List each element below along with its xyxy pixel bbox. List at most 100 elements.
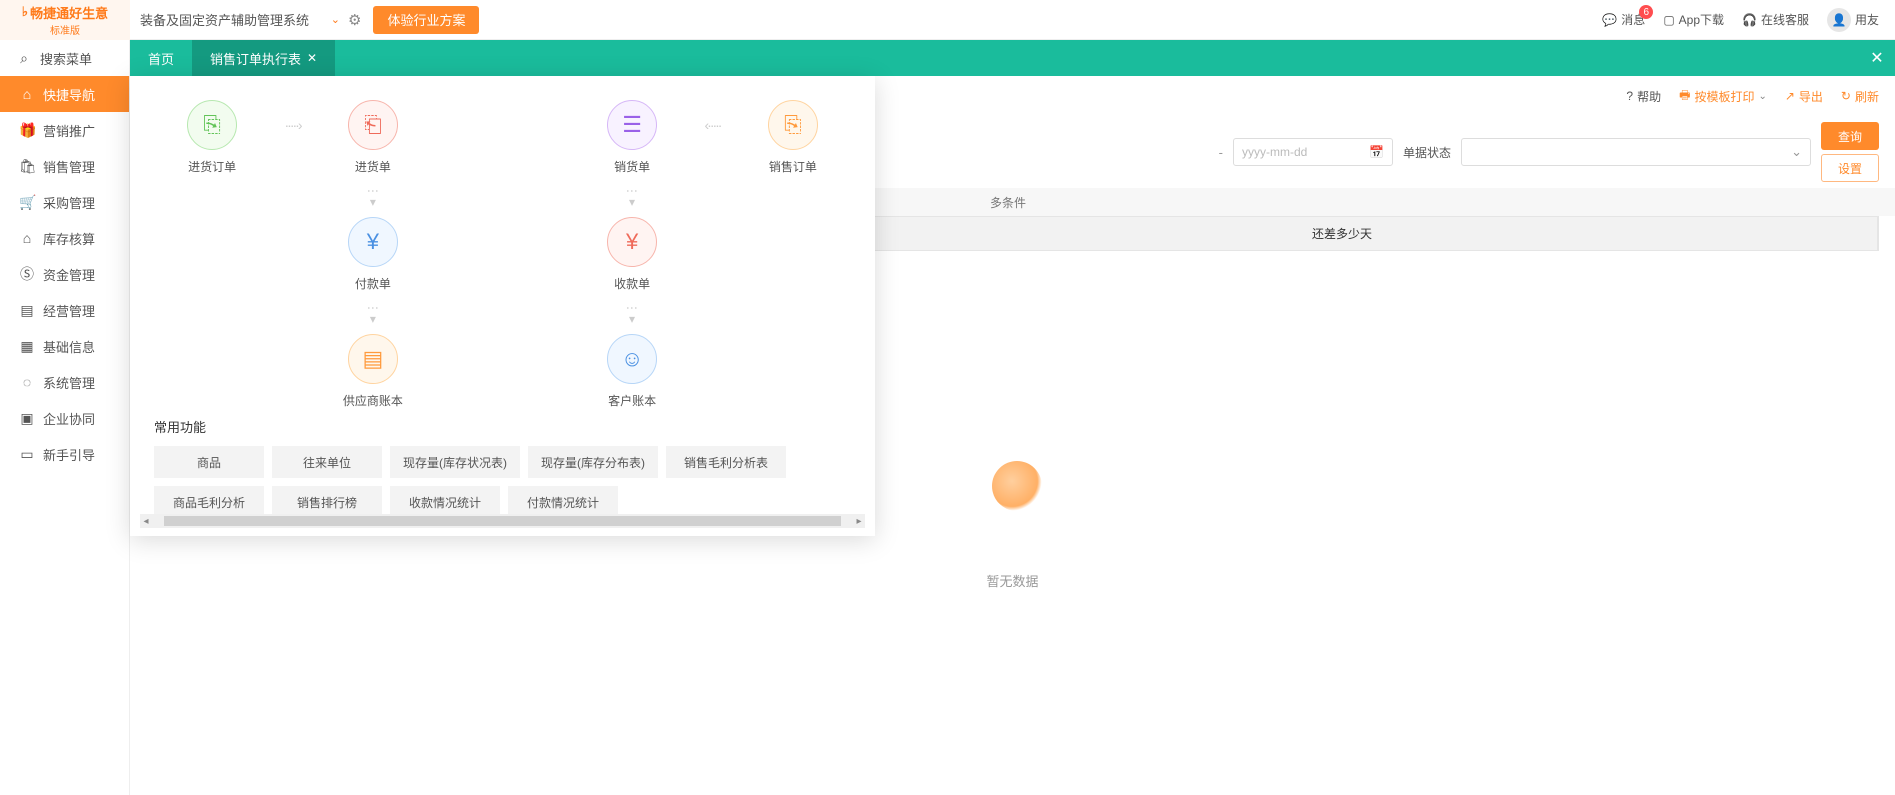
book-icon: ▭ bbox=[19, 446, 35, 463]
help-icon: ? bbox=[1626, 89, 1633, 103]
close-all-tabs-button[interactable]: ✕ bbox=[1859, 48, 1895, 68]
dash: - bbox=[1219, 145, 1223, 160]
node-label: 进货订单 bbox=[188, 158, 236, 175]
flow-node-purchase-order[interactable]: ⎘ 进货订单 bbox=[154, 100, 270, 175]
logo-sub: 标准版 bbox=[50, 22, 80, 37]
export-icon: ↗ bbox=[1785, 89, 1795, 103]
flow-node-sales-order[interactable]: ⎘ 销售订单 bbox=[735, 100, 851, 175]
print-label: 按模板打印 bbox=[1694, 88, 1754, 105]
sidebar-item-label: 资金管理 bbox=[43, 265, 95, 284]
print-template-button[interactable]: 🖶按模板打印⌄ bbox=[1679, 86, 1767, 107]
sidebar-item-system[interactable]: ◌系统管理 bbox=[0, 364, 129, 400]
scroll-left-icon[interactable]: ◂ bbox=[140, 516, 152, 527]
export-button[interactable]: ↗导出 bbox=[1785, 88, 1823, 105]
quick-btn-sales-profit[interactable]: 销售毛利分析表 bbox=[666, 446, 786, 478]
quick-btn-product[interactable]: 商品 bbox=[154, 446, 264, 478]
box-icon: ⌂ bbox=[19, 230, 35, 246]
system-select[interactable]: 装备及固定资产辅助管理系统 ⌄ bbox=[140, 6, 340, 34]
doc-in-icon: ⎗ bbox=[348, 100, 398, 150]
industry-plan-button[interactable]: 体验行业方案 bbox=[373, 6, 479, 34]
refresh-label: 刷新 bbox=[1855, 88, 1879, 105]
quicknav-panel: ⎘ 进货订单 ·····› ⎗ 进货单 ⋮▾ ¥ 付款单 ⋮▾ ▤ 供应商账本 … bbox=[130, 76, 875, 536]
sidebar-item-finance[interactable]: Ⓢ资金管理 bbox=[0, 256, 129, 292]
query-button[interactable]: 查询 bbox=[1821, 122, 1879, 150]
sidebar-item-label: 库存核算 bbox=[43, 229, 95, 248]
doc-out-icon: ⎘ bbox=[768, 100, 818, 150]
node-label: 销货单 bbox=[614, 158, 650, 175]
scroll-right-icon[interactable]: ▸ bbox=[853, 516, 865, 527]
cart-icon: 🛒 bbox=[19, 194, 35, 211]
arrow-left-icon: ‹····· bbox=[690, 100, 735, 150]
node-label: 收款单 bbox=[614, 275, 650, 292]
supplier-book-icon: ▤ bbox=[348, 334, 398, 384]
user-menu[interactable]: 👤 用友 bbox=[1827, 8, 1879, 32]
sidebar-item-quicknav[interactable]: ⌂快捷导航 bbox=[0, 76, 129, 112]
arrow-down-icon: ⋮▾ bbox=[625, 302, 639, 324]
customer-book-icon: ☺ bbox=[607, 334, 657, 384]
chart-icon: ▤ bbox=[19, 302, 35, 319]
help-button[interactable]: ? 帮助 bbox=[1626, 88, 1661, 105]
sidebar-item-label: 快捷导航 bbox=[43, 85, 95, 104]
node-label: 客户账本 bbox=[608, 392, 656, 409]
empty-text: 暂无数据 bbox=[986, 571, 1038, 590]
header: ♭畅捷通好生意 标准版 装备及固定资产辅助管理系统 ⌄ ⚙ 体验行业方案 💬 消… bbox=[0, 0, 1895, 40]
arrow-down-icon: ⋮▾ bbox=[366, 185, 380, 207]
logo-text: 畅捷通好生意 bbox=[30, 3, 108, 22]
calendar-icon: 📅 bbox=[1369, 145, 1384, 159]
phone-icon: ▢ bbox=[1663, 13, 1674, 27]
sidebar-item-collab[interactable]: ▣企业协同 bbox=[0, 400, 129, 436]
sidebar-item-basic[interactable]: ▦基础信息 bbox=[0, 328, 129, 364]
node-label: 销售订单 bbox=[769, 158, 817, 175]
sidebar-item-guide[interactable]: ▭ 新手引导 bbox=[0, 436, 129, 472]
search-icon: ⌕ bbox=[16, 50, 32, 67]
tab-sales-order-exec[interactable]: 销售订单执行表 ✕ bbox=[192, 40, 335, 76]
tab-home[interactable]: 首页 bbox=[130, 40, 192, 76]
sidebar-item-inventory[interactable]: ⌂ 库存核算 bbox=[0, 220, 129, 256]
messages-badge: 6 bbox=[1639, 5, 1653, 19]
sidebar-item-label: 新手引导 bbox=[43, 445, 95, 464]
system-name: 装备及固定资产辅助管理系统 bbox=[140, 10, 309, 29]
sidebar-item-purchase[interactable]: 🛒采购管理 bbox=[0, 184, 129, 220]
quick-btn-stock-dist[interactable]: 现存量(库存分布表) bbox=[528, 446, 658, 478]
node-label: 付款单 bbox=[355, 275, 391, 292]
header-right: 💬 消息 6 ▢ App下载 🎧 在线客服 👤 用友 bbox=[1602, 8, 1895, 32]
date-to-input[interactable]: yyyy-mm-dd 📅 bbox=[1233, 138, 1393, 166]
sidebar-search[interactable]: ⌕ 搜索菜单 bbox=[0, 40, 129, 76]
gift-icon: 🎁 bbox=[19, 122, 35, 139]
headset-icon: 🎧 bbox=[1742, 13, 1757, 27]
sidebar-item-label: 经营管理 bbox=[43, 301, 95, 320]
payment-icon: ¥ bbox=[348, 217, 398, 267]
panel-scrollbar[interactable]: ◂ ▸ bbox=[140, 514, 865, 528]
state-select[interactable]: ⌄ bbox=[1461, 138, 1811, 166]
scroll-thumb[interactable] bbox=[164, 516, 841, 526]
online-service-button[interactable]: 🎧 在线客服 bbox=[1742, 11, 1809, 28]
user-name: 用友 bbox=[1855, 11, 1879, 28]
setting-button[interactable]: 设置 bbox=[1821, 154, 1879, 182]
chevron-down-icon: ⌄ bbox=[1758, 91, 1766, 102]
tab-label: 销售订单执行表 bbox=[210, 49, 301, 68]
th[interactable]: 还差多少天 bbox=[807, 217, 1878, 250]
empty-illustration bbox=[992, 461, 1042, 511]
quick-btn-stock-status[interactable]: 现存量(库存状况表) bbox=[390, 446, 520, 478]
bag-icon: 🛍 bbox=[19, 158, 35, 175]
sidebar-item-label: 基础信息 bbox=[43, 337, 95, 356]
flow-node-sales[interactable]: ☰ 销货单 ⋮▾ ¥ 收款单 ⋮▾ ☺ 客户账本 bbox=[574, 100, 690, 409]
quick-btn-contact[interactable]: 往来单位 bbox=[272, 446, 382, 478]
service-label: 在线客服 bbox=[1761, 11, 1809, 28]
gear-icon[interactable]: ⚙ bbox=[348, 11, 361, 29]
sidebar-item-sales[interactable]: 🛍销售管理 bbox=[0, 148, 129, 184]
refresh-button[interactable]: ↻刷新 bbox=[1841, 88, 1879, 105]
share-icon: ▣ bbox=[19, 410, 35, 427]
arrow-right-icon: ·····› bbox=[270, 100, 315, 150]
help-label: 帮助 bbox=[1637, 88, 1661, 105]
flow-node-purchase[interactable]: ⎗ 进货单 ⋮▾ ¥ 付款单 ⋮▾ ▤ 供应商账本 bbox=[315, 100, 431, 409]
node-label: 进货单 bbox=[355, 158, 391, 175]
app-download-button[interactable]: ▢ App下载 bbox=[1663, 11, 1724, 28]
sidebar-item-marketing[interactable]: 🎁营销推广 bbox=[0, 112, 129, 148]
sidebar-search-label: 搜索菜单 bbox=[40, 49, 92, 68]
sidebar-item-operation[interactable]: ▤ 经营管理 bbox=[0, 292, 129, 328]
avatar-icon: 👤 bbox=[1827, 8, 1851, 32]
messages-button[interactable]: 💬 消息 6 bbox=[1602, 11, 1645, 28]
close-icon[interactable]: ✕ bbox=[307, 51, 317, 65]
logo: ♭畅捷通好生意 标准版 bbox=[0, 0, 130, 40]
